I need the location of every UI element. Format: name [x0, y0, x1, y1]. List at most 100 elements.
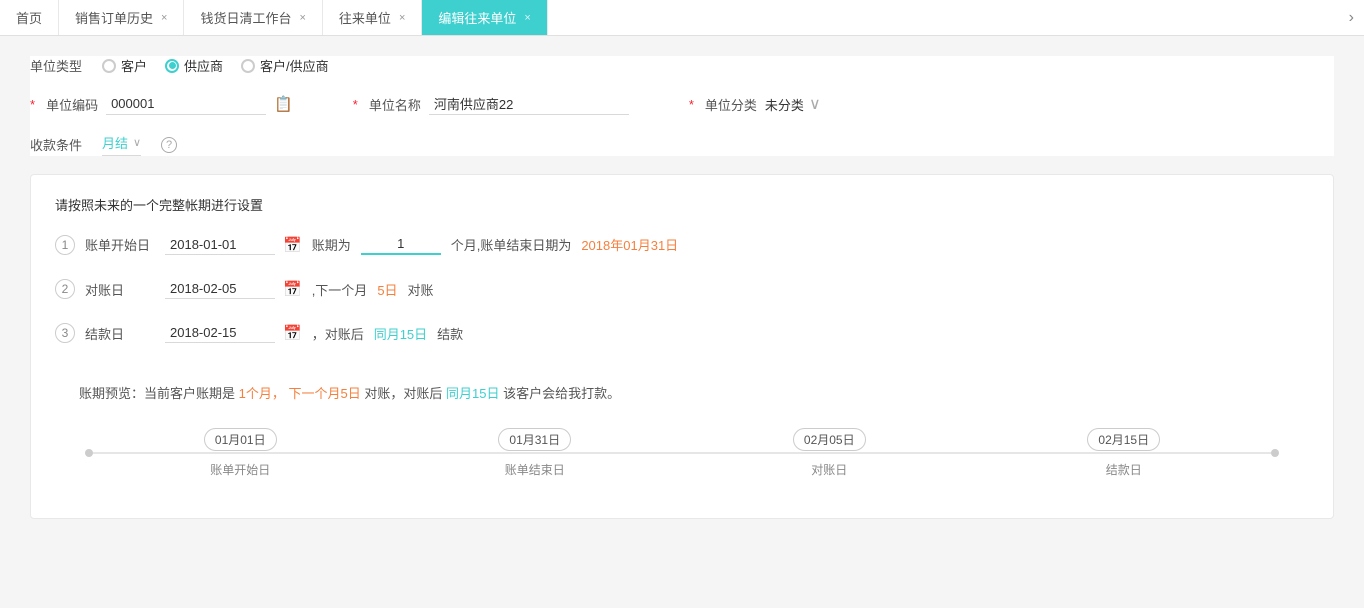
- step3-calendar-icon[interactable]: 📅: [283, 324, 302, 342]
- step2-calendar-icon[interactable]: 📅: [283, 280, 302, 298]
- payment-terms-value: 月结: [102, 133, 128, 152]
- step2-prefix-text: ,下一个月: [312, 280, 368, 299]
- preview-part3-suffix: 该客户会给我打款。: [503, 386, 620, 401]
- step1-unit-text: 个月,账单结束日期为: [451, 235, 572, 254]
- step1-date-input[interactable]: [165, 235, 275, 255]
- node-label-3: 对账日: [811, 461, 847, 478]
- unit-name-label: 单位名称: [369, 95, 421, 114]
- payment-terms-row: 收款条件 月结 ∨ ?: [30, 133, 1334, 156]
- classify-arrow-icon: ∨: [809, 94, 821, 114]
- unit-name-star: *: [353, 97, 358, 112]
- step2-suffix-text: 对账: [408, 280, 434, 299]
- step-row-1: 1 账单开始日 📅 账期为 个月,账单结束日期为 2018年01月31日: [55, 234, 1309, 255]
- timeline-container: 01月01日 账单开始日 01月31日 账单结束日 02月05日 对账日: [55, 418, 1309, 498]
- inner-card: 请按照未来的一个完整帐期进行设置 1 账单开始日 📅 账期为 个月,账单结束日期…: [30, 174, 1334, 519]
- radio-group: 客户 供应商 客户/供应商: [102, 56, 329, 75]
- radio-both[interactable]: 客户/供应商: [241, 56, 329, 75]
- preview-label: 账期预览：当前客户账期是: [79, 386, 235, 401]
- step-num-2: 2: [55, 279, 75, 299]
- payment-terms-arrow-icon: ∨: [133, 136, 141, 149]
- tab-edit-partner-close[interactable]: ×: [524, 12, 530, 24]
- tab-home[interactable]: 首页: [0, 0, 59, 35]
- step2-day-highlight: 5日: [377, 280, 397, 299]
- tab-cash-work-close[interactable]: ×: [299, 12, 305, 24]
- step2-date-input[interactable]: [165, 279, 275, 299]
- step1-middle-text: 账期为: [312, 235, 351, 254]
- unit-classify-star: *: [689, 97, 694, 112]
- step-num-1: 1: [55, 235, 75, 255]
- radio-supplier-circle: [165, 59, 179, 73]
- card-title: 请按照未来的一个完整帐期进行设置: [55, 195, 1309, 214]
- tab-home-label: 首页: [16, 8, 42, 27]
- step-row-3: 3 结款日 📅 ，对账后 同月15日 结款: [55, 323, 1309, 343]
- classify-value: 未分类: [765, 95, 804, 114]
- node-badge-4: 02月15日: [1087, 428, 1160, 451]
- radio-supplier-label: 供应商: [184, 56, 223, 75]
- preview-section: 账期预览：当前客户账期是 1个月， 下一个月5日 对账，对账后 同月15日 该客…: [55, 367, 1309, 418]
- radio-supplier[interactable]: 供应商: [165, 56, 223, 75]
- unit-type-row: 单位类型 客户 供应商 客户/供应商: [30, 56, 1334, 75]
- step1-date-group: 📅: [165, 235, 302, 255]
- node-badge-2: 01月31日: [498, 428, 571, 451]
- unit-classify-label: 单位分类: [705, 95, 757, 114]
- classify-select[interactable]: 未分类 ∨: [765, 94, 821, 114]
- form-section: 单位类型 客户 供应商 客户/供应商 * 单位编码: [30, 56, 1334, 156]
- tab-edit-partner-label: 编辑往来单位: [438, 8, 516, 27]
- tab-sales-order-close[interactable]: ×: [161, 12, 167, 24]
- tabs-bar: 首页 销售订单历史 × 钱货日清工作台 × 往来单位 × 编辑往来单位 × ›: [0, 0, 1364, 36]
- payment-terms-select[interactable]: 月结 ∨: [102, 133, 141, 156]
- code-name-row: * 单位编码 📋 * 单位名称 * 单位分类 未分类 ∨: [30, 93, 1334, 115]
- preview-part2: 下一个月5日: [289, 386, 361, 401]
- radio-customer[interactable]: 客户: [102, 56, 147, 75]
- step-label-3: 结款日: [85, 324, 155, 343]
- tab-edit-partner[interactable]: 编辑往来单位 ×: [422, 0, 547, 35]
- step3-prefix-text: ，对账后: [312, 324, 364, 343]
- tab-sales-order-label: 销售订单历史: [75, 8, 153, 27]
- step3-date-input[interactable]: [165, 323, 275, 343]
- unit-code-input[interactable]: [106, 93, 266, 115]
- node-badge-3: 02月05日: [793, 428, 866, 451]
- tab-partner[interactable]: 往来单位 ×: [323, 0, 422, 35]
- unit-name-group: * 单位名称: [353, 93, 629, 115]
- payment-terms-label: 收款条件: [30, 135, 82, 154]
- help-icon[interactable]: ?: [161, 137, 177, 153]
- timeline-node-3: 02月05日 对账日: [793, 428, 866, 478]
- timeline-right-dot: [1271, 449, 1279, 457]
- main-content: 单位类型 客户 供应商 客户/供应商 * 单位编码: [0, 36, 1364, 539]
- tab-partner-label: 往来单位: [339, 8, 391, 27]
- step-row-2: 2 对账日 📅 ,下一个月 5日 对账: [55, 279, 1309, 299]
- step3-day-highlight: 同月15日: [374, 324, 427, 343]
- unit-classify-group: * 单位分类 未分类 ∨: [689, 94, 821, 114]
- unit-code-star: *: [30, 97, 35, 112]
- tab-cash-work-label: 钱货日清工作台: [200, 8, 291, 27]
- timeline-left-dot: [85, 449, 93, 457]
- unit-type-label: 单位类型: [30, 56, 82, 75]
- unit-code-label: 单位编码: [46, 95, 98, 114]
- node-label-1: 账单开始日: [210, 461, 270, 478]
- step1-end-date: 2018年01月31日: [581, 235, 678, 254]
- tab-cash-work[interactable]: 钱货日清工作台 ×: [184, 0, 322, 35]
- radio-both-circle: [241, 59, 255, 73]
- copy-icon[interactable]: 📋: [274, 95, 293, 113]
- timeline-node-2: 01月31日 账单结束日: [498, 428, 571, 478]
- step3-date-group: 📅: [165, 323, 302, 343]
- step-label-2: 对账日: [85, 280, 155, 299]
- tab-partner-close[interactable]: ×: [399, 12, 405, 24]
- unit-code-group: * 单位编码 📋: [30, 93, 293, 115]
- step-label-1: 账单开始日: [85, 235, 155, 254]
- preview-part1: 1个月，: [239, 386, 285, 401]
- step3-suffix-text: 结款: [437, 324, 463, 343]
- step1-period-input[interactable]: [361, 234, 441, 255]
- preview-part3: 同月15日: [446, 386, 499, 401]
- radio-customer-circle: [102, 59, 116, 73]
- radio-customer-label: 客户: [121, 56, 147, 75]
- step1-calendar-icon[interactable]: 📅: [283, 236, 302, 254]
- tab-sales-order[interactable]: 销售订单历史 ×: [59, 0, 184, 35]
- radio-both-label: 客户/供应商: [260, 56, 329, 75]
- timeline-node-1: 01月01日 账单开始日: [204, 428, 277, 478]
- unit-name-input[interactable]: [429, 93, 629, 115]
- timeline-node-4: 02月15日 结款日: [1087, 428, 1160, 478]
- node-badge-1: 01月01日: [204, 428, 277, 451]
- tab-arrow[interactable]: ›: [1339, 0, 1364, 35]
- step-num-3: 3: [55, 323, 75, 343]
